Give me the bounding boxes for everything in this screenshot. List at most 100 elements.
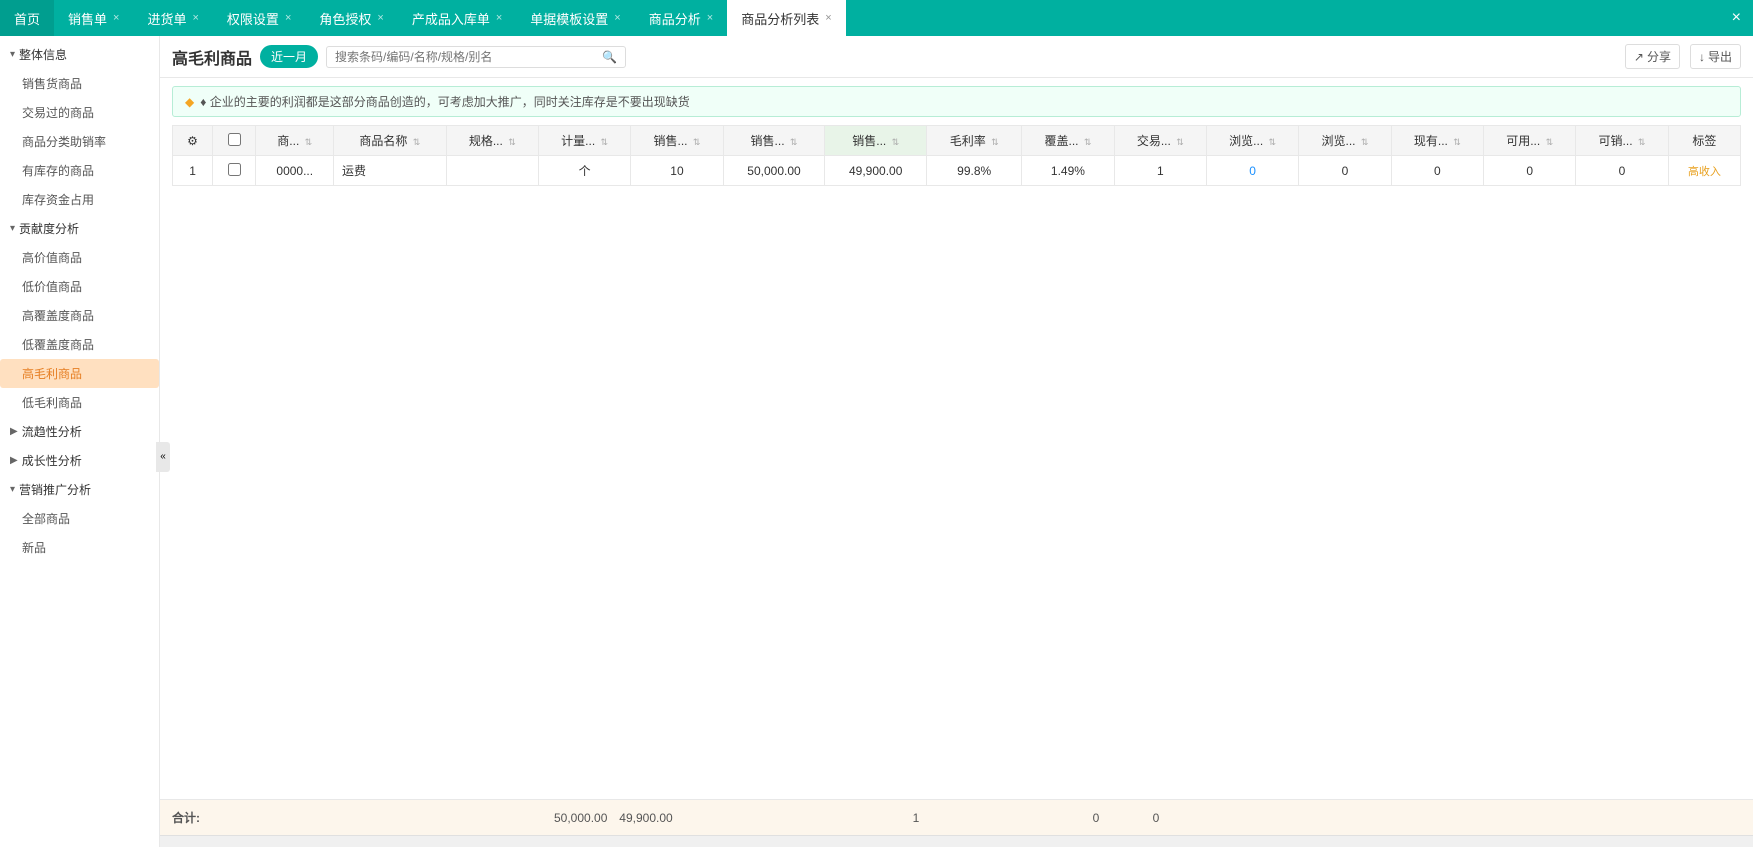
table-row: 1 0000... 运费 个 10 50,000.00 49,900.00 99… [173,156,1741,186]
sidebar-item-stock-capital[interactable]: 库存资金占用 [0,185,159,214]
footer-cell-available: 0 [1126,811,1186,825]
col-checkbox[interactable] [213,126,256,156]
table-header-row: ⚙ 商... ⇅ 商品名称 ⇅ 规格... ⇅ [173,126,1741,156]
col-name[interactable]: 商品名称 ⇅ [334,126,447,156]
close-permissions[interactable]: × [285,12,291,24]
col-unit[interactable]: 计量... ⇅ [538,126,630,156]
sidebar-section-marketing[interactable]: ▾ 营销推广分析 [0,475,159,504]
cell-gross-rate: 99.8% [927,156,1022,186]
cell-name: 运费 [334,156,447,186]
sort-stock-icon: ⇅ [1453,137,1461,148]
arrow-growth: ▶ [10,455,18,466]
sidebar-section-growth[interactable]: ▶ 成长性分析 [0,446,159,475]
search-input[interactable] [335,50,602,64]
nav-permissions[interactable]: 权限设置 × [213,0,305,36]
col-tag[interactable]: 标签 [1668,126,1740,156]
page-title: 高毛利商品 [172,45,252,69]
footer-cell-browse2 [1006,811,1066,825]
sidebar-wrapper: ▾ 整体信息 销售货商品 交易过的商品 商品分类助销率 有库存的商品 库存资金占… [0,36,160,847]
filter-recent-month-btn[interactable]: 近一月 [260,45,318,68]
horizontal-scrollbar[interactable] [160,835,1753,847]
arrow-contribution: ▾ [10,223,15,234]
select-all-checkbox[interactable] [228,133,241,146]
cell-checkbox[interactable] [213,156,256,186]
nav-production-inbound[interactable]: 产成品入库单 × [398,0,516,36]
col-salable[interactable]: 可销... ⇅ [1576,126,1668,156]
col-spec[interactable]: 规格... ⇅ [446,126,538,156]
sidebar-item-low-margin[interactable]: 低毛利商品 [0,388,159,417]
sidebar-item-new-goods[interactable]: 新品 [0,533,159,562]
footer-cell-sales2: 49,900.00 [606,811,686,825]
arrow-overall: ▾ [10,49,15,60]
sidebar-item-low-coverage[interactable]: 低覆盖度商品 [0,330,159,359]
col-sales1[interactable]: 销售... ⇅ [631,126,723,156]
nav-goods-analysis-list[interactable]: 商品分析列表 × [727,0,845,36]
sort-code-icon: ⇅ [305,137,313,148]
close-roles[interactable]: × [377,12,383,24]
search-icon[interactable]: 🔍 [602,50,617,64]
sidebar-item-sales-goods[interactable]: 销售货商品 [0,69,159,98]
sidebar-item-high-margin[interactable]: 高毛利商品 [0,359,159,388]
close-production-inbound[interactable]: × [496,12,502,24]
row-checkbox[interactable] [228,163,241,176]
sidebar-item-high-coverage[interactable]: 高覆盖度商品 [0,301,159,330]
arrow-trend: ▶ [10,426,18,437]
cell-browse1[interactable]: 0 [1206,156,1298,186]
col-coverage[interactable]: 覆盖... ⇅ [1022,126,1114,156]
col-stock[interactable]: 现有... ⇅ [1391,126,1483,156]
close-goods-analysis[interactable]: × [707,12,713,24]
col-trade[interactable]: 交易... ⇅ [1114,126,1206,156]
close-purchase-order[interactable]: × [192,12,198,24]
sort-trade-icon: ⇅ [1176,137,1184,148]
footer-cell-sales3 [686,811,766,825]
nav-home[interactable]: 首页 [0,0,54,36]
nav-goods-analysis[interactable]: 商品分析 × [635,0,727,36]
footer-cell-trade: 1 [886,811,946,825]
cell-salable: 0 [1576,156,1668,186]
top-navigation: 首页 销售单 × 进货单 × 权限设置 × 角色授权 × 产成品入库单 × 单据… [0,0,1753,36]
col-browse1[interactable]: 浏览... ⇅ [1206,126,1298,156]
col-sales2[interactable]: 销售... ⇅ [723,126,825,156]
arrow-marketing: ▾ [10,484,15,495]
cell-coverage: 1.49% [1022,156,1114,186]
close-template-settings[interactable]: × [614,12,620,24]
sidebar-item-in-stock-goods[interactable]: 有库存的商品 [0,156,159,185]
share-button[interactable]: ↗ 分享 [1625,44,1680,69]
cell-index: 1 [173,156,213,186]
sidebar-section-trend[interactable]: ▶ 流趋性分析 [0,417,159,446]
footer-cell-3 [276,811,346,825]
close-goods-analysis-list[interactable]: × [825,12,831,24]
col-available[interactable]: 可用... ⇅ [1483,126,1575,156]
sidebar-item-high-value[interactable]: 高价值商品 [0,243,159,272]
footer-label: 合计: [172,809,200,826]
col-browse2[interactable]: 浏览... ⇅ [1299,126,1391,156]
footer-cell-2 [246,811,276,825]
sidebar-item-traded-goods[interactable]: 交易过的商品 [0,98,159,127]
table-container[interactable]: ⚙ 商... ⇅ 商品名称 ⇅ 规格... ⇅ [160,125,1753,799]
nav-roles[interactable]: 角色授权 × [305,0,397,36]
nav-template-settings[interactable]: 单据模板设置 × [516,0,634,36]
col-settings[interactable]: ⚙ [173,126,213,156]
col-code[interactable]: 商... ⇅ [256,126,334,156]
table-footer: 合计: 50,000.00 49,900.00 1 0 0 [160,799,1753,835]
share-icon: ↗ [1634,50,1644,64]
sort-coverage-icon: ⇅ [1084,137,1092,148]
sidebar-section-overall[interactable]: ▾ 整体信息 [0,40,159,69]
footer-cell-gross [766,811,826,825]
sidebar-section-contribution[interactable]: ▾ 贡献度分析 [0,214,159,243]
footer-cell-1 [216,811,246,825]
close-all-tabs[interactable]: × [1720,9,1753,27]
sidebar-item-all-goods[interactable]: 全部商品 [0,504,159,533]
close-sales-order[interactable]: × [113,12,119,24]
col-sales3[interactable]: 销售... ⇅ [825,126,927,156]
sidebar-item-category-sales-rate[interactable]: 商品分类助销率 [0,127,159,156]
footer-cell-4 [346,811,426,825]
export-button[interactable]: ↓ 导出 [1690,44,1741,69]
sidebar-collapse-btn[interactable]: « [156,442,170,472]
nav-sales-order[interactable]: 销售单 × [54,0,133,36]
sidebar-item-low-value[interactable]: 低价值商品 [0,272,159,301]
col-gross-rate[interactable]: 毛利率 ⇅ [927,126,1022,156]
sort-gross-icon: ⇅ [991,137,999,148]
footer-cell-stock: 0 [1066,811,1126,825]
nav-purchase-order[interactable]: 进货单 × [133,0,212,36]
